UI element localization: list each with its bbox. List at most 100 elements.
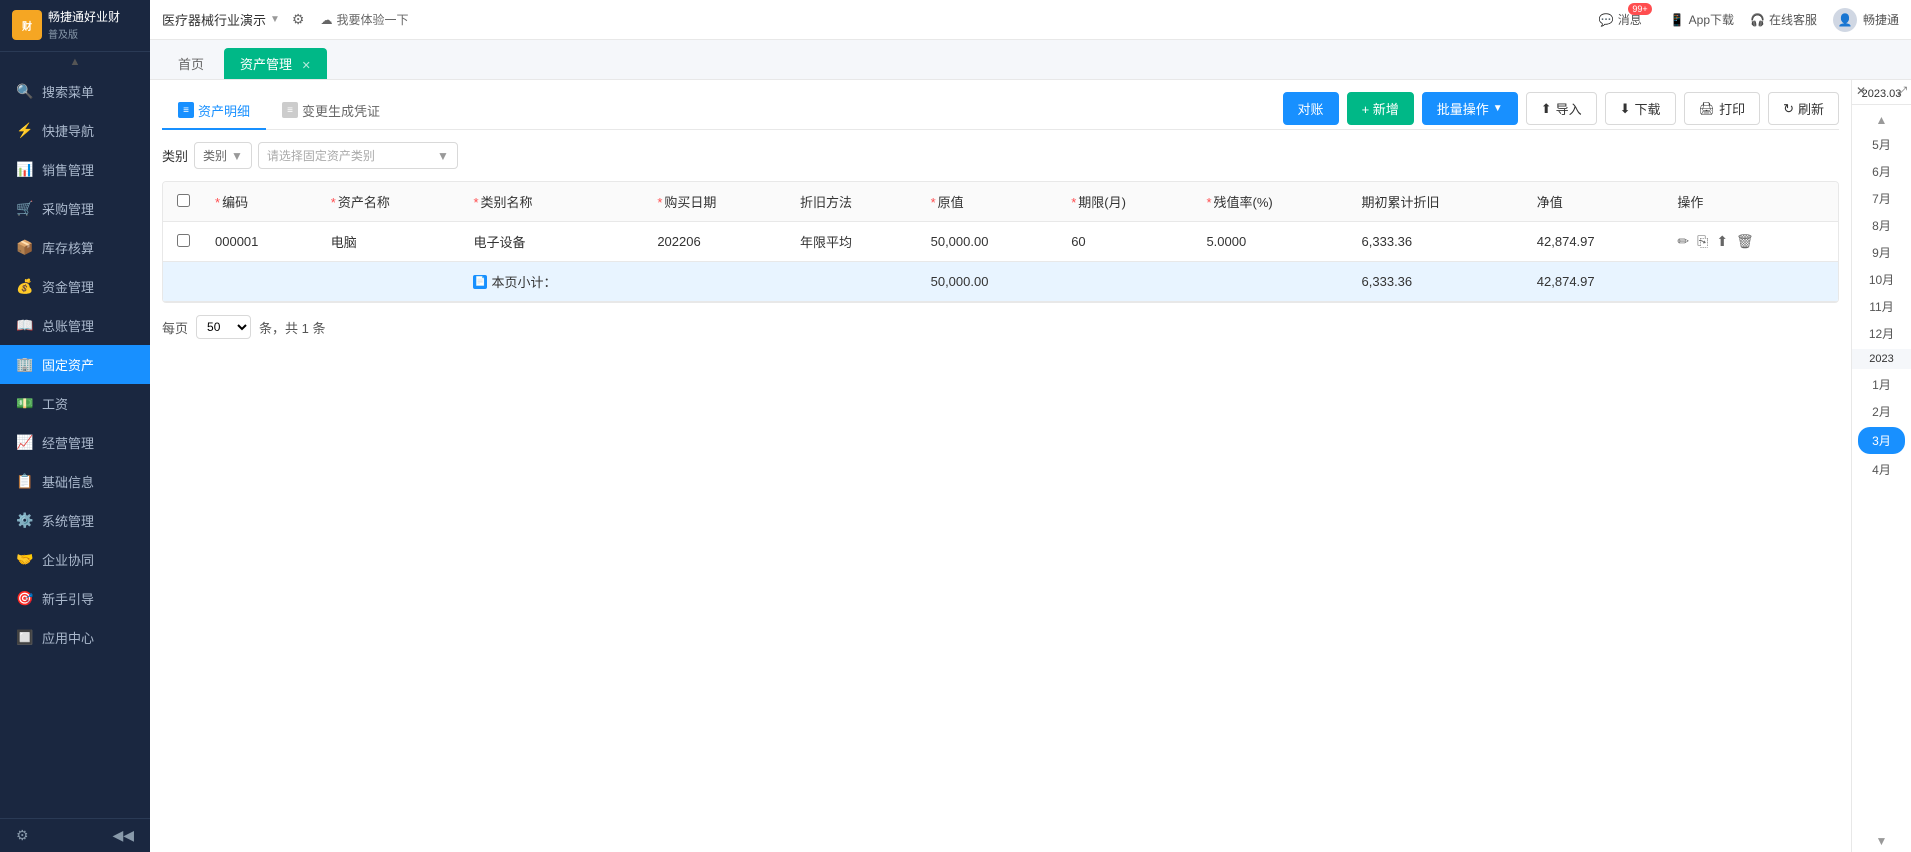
app-download-button[interactable]: 📱 App下载: [1670, 11, 1734, 28]
cell-net-value: 42,874.97: [1525, 222, 1666, 262]
th-net-value: 净值: [1525, 182, 1666, 222]
total-label: 条，共 1 条: [259, 318, 325, 337]
sidebar-item-fixedasset[interactable]: 🏢 固定资产: [0, 345, 150, 384]
th-original-value: *原值: [919, 182, 1060, 222]
sub-tabs: ≡ 资产明细 ≡ 变更生成凭证 对账 + 新增 批量操作 ▼ ⬆: [162, 92, 1839, 130]
user-menu[interactable]: 👤 畅捷通: [1833, 8, 1899, 32]
main-toolbar: 对账 + 新增 批量操作 ▼ ⬆ 导入 ⬇ 下载 🖨: [1283, 92, 1839, 129]
online-service-button[interactable]: 🎧 在线客服: [1750, 11, 1817, 28]
sidebar-item-funds[interactable]: 💰 资金管理: [0, 267, 150, 306]
timeline-month-2[interactable]: 2月: [1852, 398, 1911, 425]
th-code: *编码: [203, 182, 319, 222]
panel-close-icon[interactable]: ✕: [1856, 84, 1866, 98]
timeline-month-8[interactable]: 8月: [1852, 212, 1911, 239]
tab-home[interactable]: 首页: [162, 48, 220, 79]
timeline-up-arrow[interactable]: ▲: [1872, 109, 1892, 131]
subtotal-text: 本页小计：: [491, 272, 556, 291]
timeline-month-1[interactable]: 1月: [1852, 371, 1911, 398]
tab-asset-mgmt[interactable]: 资产管理 ✕: [224, 48, 327, 79]
timeline-month-12[interactable]: 12月: [1852, 320, 1911, 347]
batch-dropdown-icon: ▼: [1493, 103, 1503, 114]
tab-bar: 首页 资产管理 ✕: [150, 40, 1911, 80]
print-icon: 🖨: [1699, 101, 1716, 117]
sub-tab-change-voucher[interactable]: ≡ 变更生成凭证: [266, 93, 396, 130]
download-button[interactable]: ⬇ 下载: [1605, 92, 1676, 125]
sidebar-item-apps[interactable]: 🔲 应用中心: [0, 618, 150, 657]
logo-edition: 普及版: [48, 26, 120, 41]
sidebar-item-search[interactable]: 🔍 搜索菜单: [0, 72, 150, 111]
timeline-month-10[interactable]: 10月: [1852, 266, 1911, 293]
panel-expand-icon[interactable]: ⤢: [1897, 84, 1907, 99]
operations-icon: 📈: [16, 434, 34, 451]
collapse-sidebar-button[interactable]: ◀◀: [112, 827, 134, 844]
export-icon[interactable]: ⬆: [1716, 233, 1728, 250]
cell-residual-rate: 5.0000: [1194, 222, 1349, 262]
timeline-month-3-current[interactable]: 3月: [1858, 427, 1905, 454]
sidebar-item-label: 应用中心: [42, 628, 94, 647]
copy-icon[interactable]: ⎘: [1697, 233, 1708, 250]
reconcile-button[interactable]: 对账: [1283, 92, 1339, 125]
table-row: 000001 电脑 电子设备 202206 年限平均 50,000.00 60 …: [163, 222, 1838, 262]
sidebar-item-basicinfo[interactable]: 📋 基础信息: [0, 462, 150, 501]
print-button[interactable]: 🖨 打印: [1684, 92, 1761, 125]
sidebar-item-quicknav[interactable]: ⚡ 快捷导航: [0, 111, 150, 150]
refresh-icon: ↻: [1783, 101, 1794, 117]
experience-button[interactable]: ☁ 我要体验一下: [320, 11, 408, 28]
main-content: ≡ 资产明细 ≡ 变更生成凭证 对账 + 新增 批量操作 ▼ ⬆: [150, 80, 1851, 852]
sidebar-item-payroll[interactable]: 💵 工资: [0, 384, 150, 423]
tab-close-icon[interactable]: ✕: [302, 60, 311, 72]
cell-original-value: 50,000.00: [919, 222, 1060, 262]
sidebar-item-purchase[interactable]: 🛒 采购管理: [0, 189, 150, 228]
new-button[interactable]: + 新增: [1347, 92, 1414, 125]
settings-icon[interactable]: ⚙: [16, 827, 29, 844]
timeline-down-arrow[interactable]: ▼: [1872, 830, 1892, 852]
delete-icon[interactable]: 🗑: [1736, 233, 1754, 250]
timeline-month-5[interactable]: 5月: [1852, 131, 1911, 158]
row-checkbox[interactable]: [177, 234, 190, 247]
timeline-month-6[interactable]: 6月: [1852, 158, 1911, 185]
subtotal-empty-6: [1194, 262, 1349, 302]
category-value-dropdown-icon: ▼: [437, 149, 449, 163]
timeline-month-7[interactable]: 7月: [1852, 185, 1911, 212]
sidebar-item-inventory[interactable]: 📦 库存核算: [0, 228, 150, 267]
timeline-month-9[interactable]: 9月: [1852, 239, 1911, 266]
refresh-button[interactable]: ↻ 刷新: [1768, 92, 1839, 125]
sidebar-item-system[interactable]: ⚙️ 系统管理: [0, 501, 150, 540]
sidebar-item-label: 新手引导: [42, 589, 94, 608]
sidebar-item-operations[interactable]: 📈 经营管理: [0, 423, 150, 462]
logo-icon: 财: [12, 10, 42, 40]
sidebar-item-label: 总账管理: [42, 316, 94, 335]
cloud-icon: ☁: [320, 13, 332, 27]
timeline-year-2023: 2023: [1852, 349, 1911, 369]
batch-button[interactable]: 批量操作 ▼: [1422, 92, 1518, 125]
sidebar-item-label: 经营管理: [42, 433, 94, 452]
sidebar-item-ledger[interactable]: 📖 总账管理: [0, 306, 150, 345]
company-selector[interactable]: 医疗器械行业演示 ▼: [162, 10, 280, 29]
import-button[interactable]: ⬆ 导入: [1526, 92, 1597, 125]
message-button[interactable]: 💬 消息 99+: [1599, 11, 1642, 28]
row-checkbox-cell: [163, 222, 203, 262]
topbar-gear-icon[interactable]: ⚙: [292, 11, 305, 28]
fixedasset-icon: 🏢: [16, 356, 34, 373]
sidebar-item-label: 资金管理: [42, 277, 94, 296]
scroll-up-indicator: ▲: [0, 52, 150, 72]
subtotal-icon: 📄: [473, 275, 487, 289]
filter-category-label: 类别: [162, 146, 188, 165]
subtotal-label: 📄 本页小计：: [473, 272, 633, 291]
sidebar-item-sales[interactable]: 📊 销售管理: [0, 150, 150, 189]
category-filter: 类别 类别 ▼ 请选择固定资产类别 ▼: [162, 142, 458, 169]
page-size-select[interactable]: 50 20 100: [196, 315, 251, 339]
subtotal-label-cell: 📄 本页小计：: [461, 262, 645, 302]
sidebar-item-guide[interactable]: 🎯 新手引导: [0, 579, 150, 618]
panel-header: ✕ 2023.03 ⤢: [1852, 84, 1911, 105]
sidebar-item-collab[interactable]: 🤝 企业协同: [0, 540, 150, 579]
timeline-month-4[interactable]: 4月: [1852, 456, 1911, 483]
select-all-checkbox[interactable]: [177, 194, 190, 207]
company-name: 医疗器械行业演示: [162, 10, 266, 29]
message-badge: 99+: [1628, 3, 1651, 15]
edit-icon[interactable]: ✏: [1677, 233, 1689, 250]
sub-tab-asset-detail[interactable]: ≡ 资产明细: [162, 93, 266, 130]
timeline-month-11[interactable]: 11月: [1852, 293, 1911, 320]
category-value-select[interactable]: 请选择固定资产类别 ▼: [258, 142, 458, 169]
category-type-select[interactable]: 类别 ▼: [194, 142, 252, 169]
